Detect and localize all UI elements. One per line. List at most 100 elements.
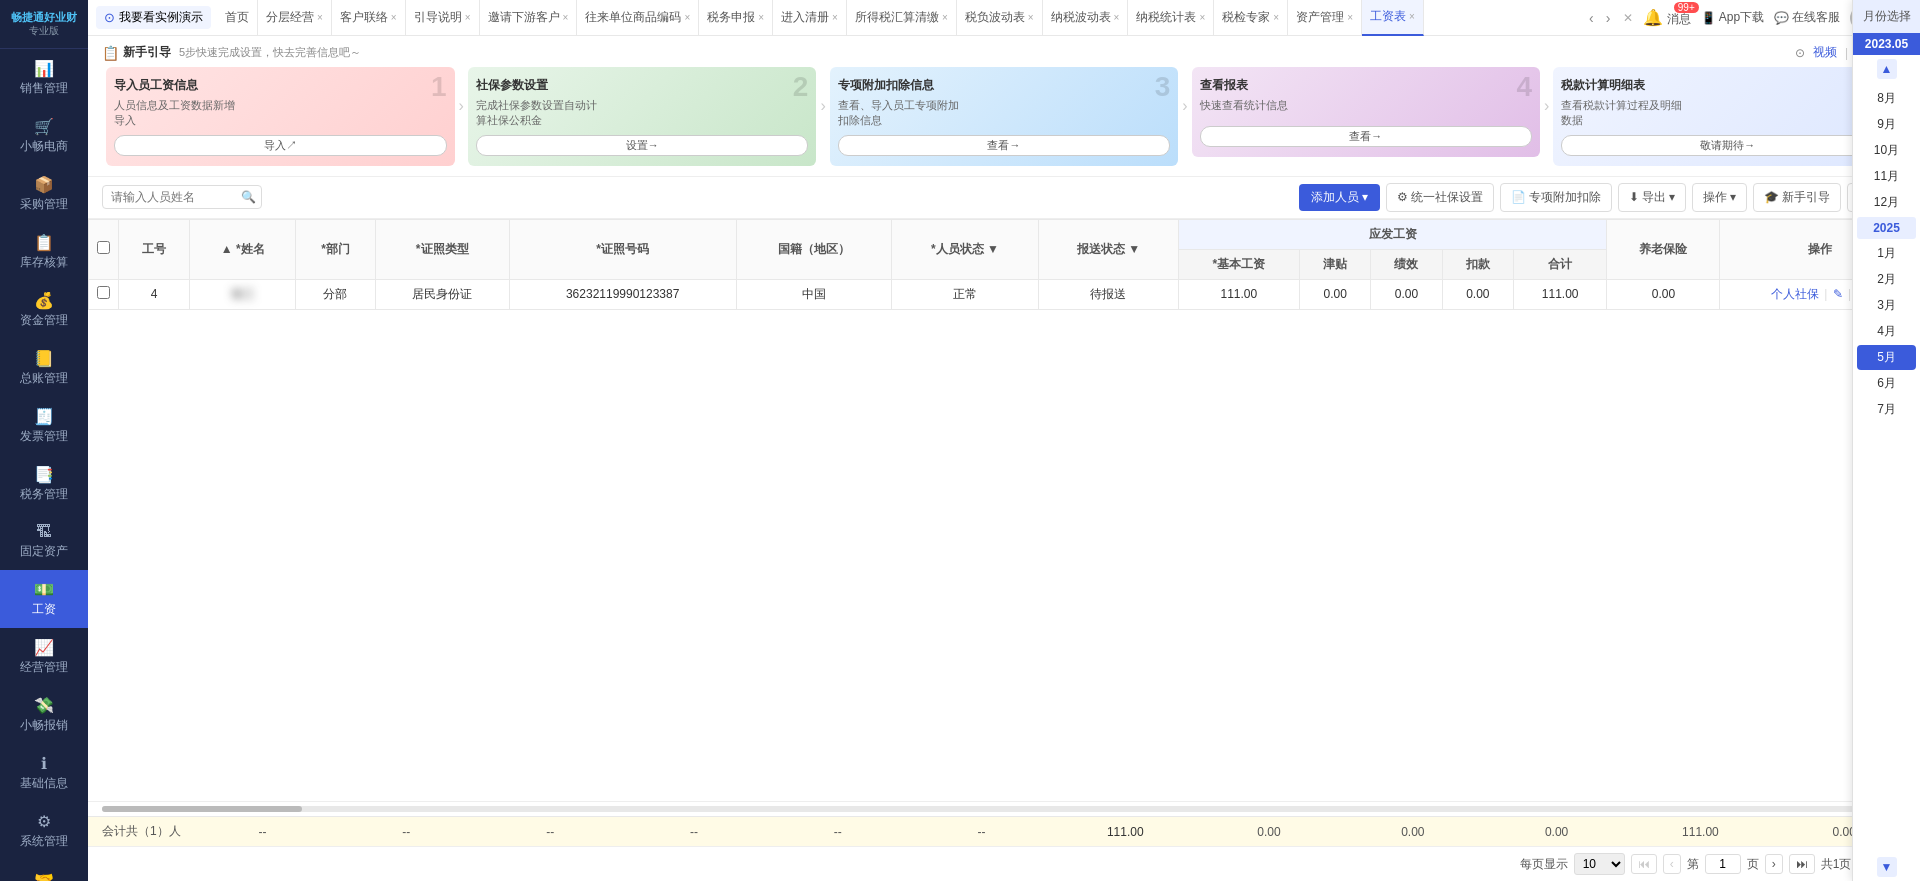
tab-salary[interactable]: 工资表× <box>1362 0 1424 36</box>
step2-btn[interactable]: 设置→ <box>476 135 809 156</box>
th-name[interactable]: ▲ *姓名 <box>190 219 296 279</box>
step5-btn[interactable]: 敬请期待→ <box>1561 135 1894 156</box>
next-page-btn[interactable]: › <box>1765 854 1783 874</box>
tab-tax-stat[interactable]: 纳税统计表× <box>1128 0 1214 36</box>
month-item-12[interactable]: 12月 <box>1857 190 1916 215</box>
cell-deduction: 0.00 <box>1442 279 1513 309</box>
tab-tax-expert[interactable]: 税检专家× <box>1214 0 1288 36</box>
app-download-btn[interactable]: 📱 App下载 <box>1701 9 1764 26</box>
month-item-1[interactable]: 1月 <box>1857 241 1916 266</box>
new-guide-btn[interactable]: 🎓 新手引导 <box>1753 183 1841 212</box>
special-deduction-btn[interactable]: 📄 专项附加扣除 <box>1500 183 1612 212</box>
tab-guide[interactable]: 引导说明× <box>406 0 480 36</box>
step4-btn[interactable]: 查看→ <box>1200 126 1533 147</box>
tab-home[interactable]: 首页 <box>217 0 258 36</box>
tab-next-btn[interactable]: › <box>1603 10 1614 26</box>
online-service-label: 在线客服 <box>1792 9 1840 26</box>
notice-btn[interactable]: 🔔 99+ 消息 <box>1643 8 1690 28</box>
tab-close[interactable]: × <box>1028 12 1034 23</box>
month-item-8[interactable]: 8月 <box>1857 86 1916 111</box>
sidebar-item-system[interactable]: ⚙系统管理 <box>0 802 88 860</box>
first-page-btn[interactable]: ⏮ <box>1631 854 1657 874</box>
tab-close[interactable]: × <box>832 12 838 23</box>
tab-close[interactable]: × <box>465 12 471 23</box>
sidebar-item-tax[interactable]: 📑税务管理 <box>0 455 88 513</box>
scroll-thumb[interactable] <box>102 806 302 812</box>
sidebar-item-salary[interactable]: 💵工资 <box>0 570 88 628</box>
tab-close[interactable]: × <box>758 12 764 23</box>
tab-close[interactable]: × <box>942 12 948 23</box>
last-page-btn[interactable]: ⏭ <box>1789 854 1815 874</box>
step4-desc: 快速查看统计信息 <box>1200 98 1533 120</box>
sidebar-item-finance[interactable]: 💰资金管理 <box>0 281 88 339</box>
month-item-5-active[interactable]: 5月 <box>1857 345 1916 370</box>
tab-close[interactable]: × <box>391 12 397 23</box>
add-person-btn[interactable]: 添加人员 ▾ <box>1299 184 1380 211</box>
month-item-7[interactable]: 7月 <box>1857 397 1916 422</box>
tab-close[interactable]: × <box>1199 12 1205 23</box>
month-item-9[interactable]: 9月 <box>1857 112 1916 137</box>
sidebar-item-collab[interactable]: 🤝企业协同 <box>0 860 88 881</box>
sidebar-item-basic-info[interactable]: ℹ基础信息 <box>0 744 88 802</box>
tab-layered-ops[interactable]: 分层经营× <box>258 0 332 36</box>
cell-id-type: 居民身份证 <box>375 279 509 309</box>
tab-income-tax[interactable]: 所得税汇算清缴× <box>847 0 957 36</box>
tab-tax-report[interactable]: 税务申报× <box>699 0 773 36</box>
operations-btn[interactable]: 操作 ▾ <box>1692 183 1747 212</box>
unified-settings-btn[interactable]: ⚙ 统一社保设置 <box>1386 183 1494 212</box>
th-person-status[interactable]: *人员状态 ▼ <box>891 219 1039 279</box>
month-nav-down[interactable]: ▼ <box>1877 857 1897 877</box>
tab-clearance[interactable]: 进入清册× <box>773 0 847 36</box>
step1-btn[interactable]: 导入↗ <box>114 135 447 156</box>
tab-asset-mgmt[interactable]: 资产管理× <box>1288 0 1362 36</box>
month-item-3[interactable]: 3月 <box>1857 293 1916 318</box>
page-number-input[interactable] <box>1705 854 1741 874</box>
scroll-track[interactable] <box>102 806 1906 812</box>
guide-video-link[interactable]: 视频 <box>1813 44 1837 61</box>
tab-tax-burden[interactable]: 税负波动表× <box>957 0 1043 36</box>
month-item-2[interactable]: 2月 <box>1857 267 1916 292</box>
sidebar-item-label: 总账管理 <box>20 370 68 387</box>
tab-customer[interactable]: 客户联络× <box>332 0 406 36</box>
month-item-11[interactable]: 11月 <box>1857 164 1916 189</box>
personal-insurance-link[interactable]: 个人社保 <box>1771 287 1819 301</box>
tab-close[interactable]: × <box>563 12 569 23</box>
tab-close[interactable]: × <box>1273 12 1279 23</box>
th-send-status[interactable]: 报送状态 ▼ <box>1039 219 1179 279</box>
tab-invite[interactable]: 邀请下游客户× <box>480 0 578 36</box>
month-item-10[interactable]: 10月 <box>1857 138 1916 163</box>
tab-close[interactable]: × <box>1409 11 1415 22</box>
month-nav-up[interactable]: ▲ <box>1877 59 1897 79</box>
tab-close[interactable]: × <box>1347 12 1353 23</box>
tab-close[interactable]: × <box>317 12 323 23</box>
edit-link[interactable]: ✎ <box>1833 287 1843 301</box>
sidebar-item-ecommerce[interactable]: 🛒小畅电商 <box>0 107 88 165</box>
tab-product-code[interactable]: 往来单位商品编码× <box>577 0 699 36</box>
close-all-tabs-btn[interactable]: ✕ <box>1619 11 1637 25</box>
sidebar-item-assets[interactable]: 🏗固定资产 <box>0 513 88 570</box>
th-emp-id: 工号 <box>119 219 190 279</box>
tab-tax-wave[interactable]: 纳税波动表× <box>1043 0 1129 36</box>
month-item-6[interactable]: 6月 <box>1857 371 1916 396</box>
app-edition: 专业版 <box>6 24 82 38</box>
month-item-4[interactable]: 4月 <box>1857 319 1916 344</box>
export-btn[interactable]: ⬇ 导出 ▾ <box>1618 183 1686 212</box>
online-service-btn[interactable]: 💬 在线客服 <box>1774 9 1840 26</box>
tab-prev-btn[interactable]: ‹ <box>1586 10 1597 26</box>
demo-btn[interactable]: ⊙ 我要看实例演示 <box>96 6 211 29</box>
tab-close[interactable]: × <box>1114 12 1120 23</box>
per-page-select[interactable]: 10 20 50 100 <box>1574 853 1625 875</box>
row-checkbox[interactable] <box>97 286 110 299</box>
prev-page-btn[interactable]: ‹ <box>1663 854 1681 874</box>
search-input[interactable] <box>102 185 262 209</box>
sidebar-item-sales[interactable]: 📊销售管理 <box>0 49 88 107</box>
sidebar-item-inventory[interactable]: 📋库存核算 <box>0 223 88 281</box>
sidebar-item-invoice[interactable]: 🧾发票管理 <box>0 397 88 455</box>
sidebar-item-operations[interactable]: 📈经营管理 <box>0 628 88 686</box>
sidebar-item-reimbursement[interactable]: 💸小畅报销 <box>0 686 88 744</box>
step3-btn[interactable]: 查看→ <box>838 135 1171 156</box>
select-all-checkbox[interactable] <box>97 241 110 254</box>
sidebar-item-ledger[interactable]: 📒总账管理 <box>0 339 88 397</box>
sidebar-item-purchase[interactable]: 📦采购管理 <box>0 165 88 223</box>
tab-close[interactable]: × <box>684 12 690 23</box>
